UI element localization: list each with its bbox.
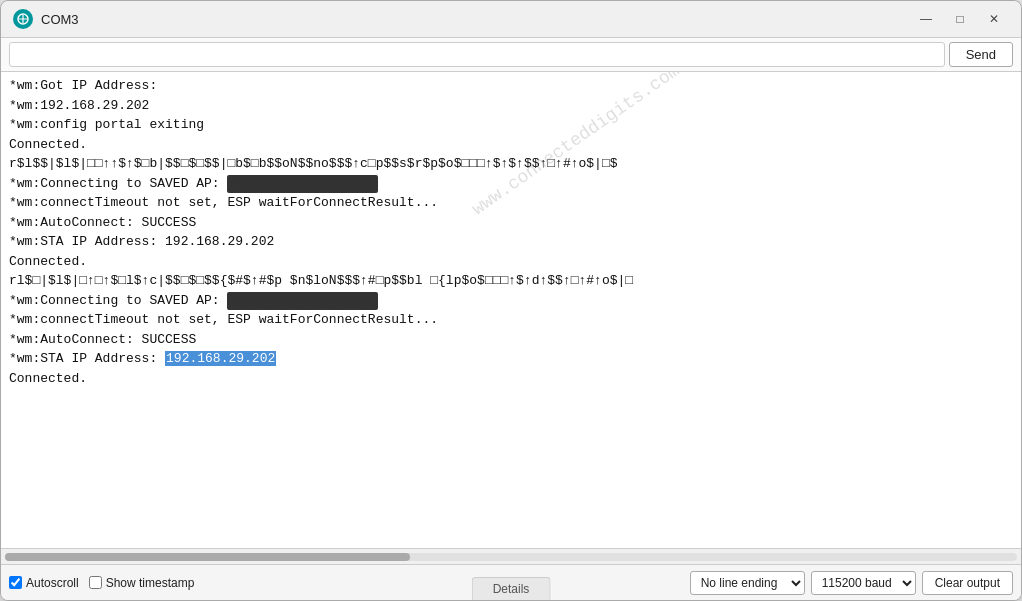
- autoscroll-text: Autoscroll: [26, 576, 79, 590]
- output-line: Connected.: [9, 135, 1013, 155]
- window-controls: — □ ✕: [911, 7, 1009, 31]
- line-ending-select[interactable]: No line ending Newline Carriage return B…: [690, 571, 805, 595]
- timestamp-checkbox[interactable]: [89, 576, 102, 589]
- output-line: *wm:Got IP Address:: [9, 76, 1013, 96]
- output-line: *wm:config portal exiting: [9, 115, 1013, 135]
- output-line: *wm:192.168.29.202: [9, 96, 1013, 116]
- scrollbar-thumb[interactable]: [5, 553, 410, 561]
- output-line: *wm:STA IP Address: 192.168.29.202: [9, 349, 1013, 369]
- output-line: *wm:Connecting to SAVED AP: ▓▓▓▓▓▓▓▓▓▓▓▓…: [9, 291, 1013, 311]
- redacted-ap-2: ▓▓▓▓▓▓▓▓▓▓▓▓▓▓▓▓▓▓▓▓▓: [227, 292, 378, 311]
- scrollbar-track: [5, 553, 1017, 561]
- output-line: Connected.: [9, 369, 1013, 389]
- app-icon: [13, 9, 33, 29]
- output-line: *wm:STA IP Address: 192.168.29.202: [9, 232, 1013, 252]
- output-line: r$l$$|$l$|□□↑↑$↑$□b|$$□$□$$|□b$□b$$oN$$n…: [9, 154, 1013, 174]
- redacted-ap-1: ▓▓▓▓▓▓▓▓▓▓▓▓▓▓▓▓▓▓▓▓▓: [227, 175, 378, 194]
- title-bar: COM3 — □ ✕: [1, 1, 1021, 38]
- send-bar: Send: [1, 38, 1021, 72]
- status-left: Autoscroll Show timestamp: [9, 576, 678, 590]
- output-line: rl$□|$l$|□↑□↑$□l$↑c|$$□$□$${$#$↑#$p $n$l…: [9, 271, 1013, 291]
- status-bar: Autoscroll Show timestamp No line ending…: [1, 564, 1021, 600]
- close-button[interactable]: ✕: [979, 7, 1009, 31]
- send-button[interactable]: Send: [949, 42, 1013, 67]
- clear-output-button[interactable]: Clear output: [922, 571, 1013, 595]
- autoscroll-label[interactable]: Autoscroll: [9, 576, 79, 590]
- highlighted-ip: 192.168.29.202: [165, 351, 276, 366]
- timestamp-text: Show timestamp: [106, 576, 195, 590]
- maximize-button[interactable]: □: [945, 7, 975, 31]
- output-line: *wm:AutoConnect: SUCCESS: [9, 330, 1013, 350]
- serial-output[interactable]: www.connecteddigits.com - 19:18 *wm:Got …: [1, 72, 1021, 548]
- serial-monitor-window: COM3 — □ ✕ Send www.connecteddigits.com …: [0, 0, 1022, 601]
- baud-rate-select[interactable]: 300 baud 1200 baud 2400 baud 4800 baud 9…: [811, 571, 916, 595]
- details-tab-label: Details: [493, 582, 530, 596]
- output-line: Connected.: [9, 252, 1013, 272]
- output-line: *wm:Connecting to SAVED AP: ▓▓▓▓▓▓▓▓▓▓▓▓…: [9, 174, 1013, 194]
- autoscroll-checkbox[interactable]: [9, 576, 22, 589]
- output-line: *wm:AutoConnect: SUCCESS: [9, 213, 1013, 233]
- output-line: *wm:connectTimeout not set, ESP waitForC…: [9, 310, 1013, 330]
- send-input[interactable]: [9, 42, 945, 67]
- minimize-button[interactable]: —: [911, 7, 941, 31]
- window-title: COM3: [41, 12, 911, 27]
- status-right: No line ending Newline Carriage return B…: [690, 571, 1013, 595]
- output-line: *wm:connectTimeout not set, ESP waitForC…: [9, 193, 1013, 213]
- timestamp-label[interactable]: Show timestamp: [89, 576, 195, 590]
- horizontal-scrollbar[interactable]: [1, 548, 1021, 564]
- details-tab[interactable]: Details: [472, 577, 551, 600]
